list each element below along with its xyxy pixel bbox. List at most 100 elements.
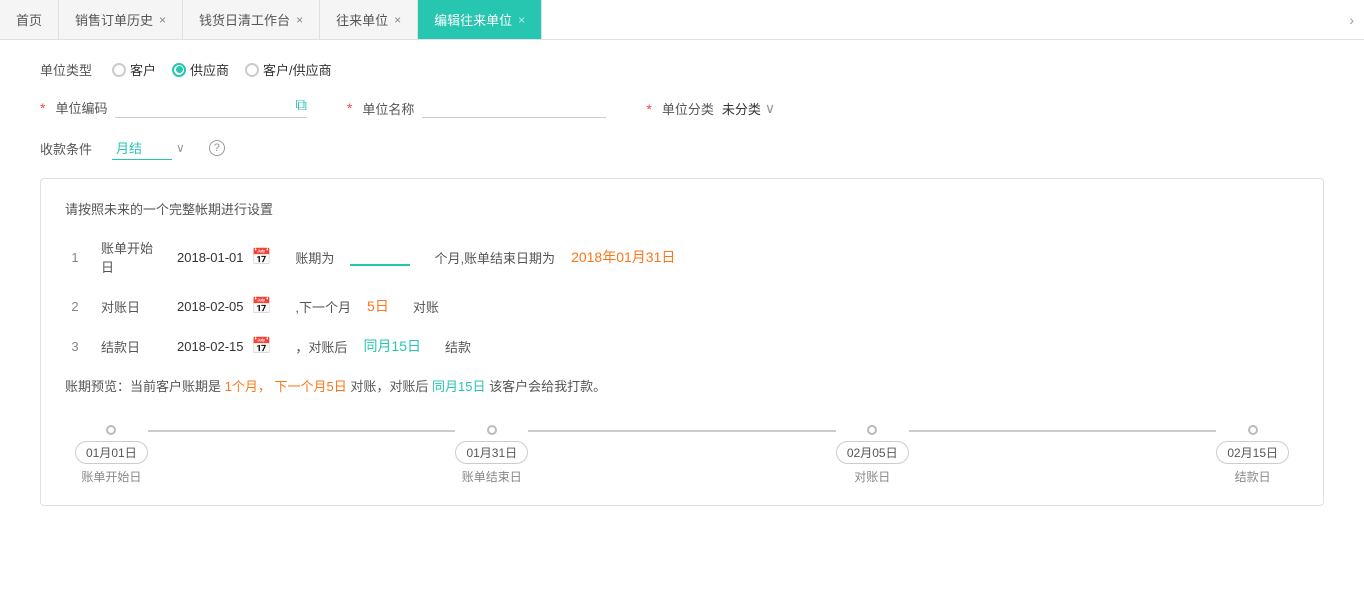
tab-home-label: 首页 <box>16 10 42 29</box>
tl-dot-3 <box>1248 425 1258 435</box>
step-2-name: 对账日 <box>101 297 161 316</box>
step-1-period-unit: 个月,账单结束日期为 <box>434 248 555 267</box>
unit-name-required: * <box>347 100 352 116</box>
main-content: 单位类型 客户 供应商 客户/供应商 * 单位编码 000001 ⧉ <box>0 40 1364 608</box>
step-2-num: 2 <box>65 299 85 314</box>
tab-cash-daily[interactable]: 钱货日清工作台 × <box>183 0 320 39</box>
step-3-suffix: 结款 <box>445 337 471 356</box>
tab-home[interactable]: 首页 <box>0 0 59 39</box>
payment-terms-dropdown[interactable]: 月结 ∨ <box>112 136 185 160</box>
tl-line-2 <box>528 430 836 432</box>
tl-line-3 <box>909 430 1217 432</box>
unit-code-field: 000001 ⧉ <box>115 97 306 118</box>
tab-partner-unit-close[interactable]: × <box>394 13 401 27</box>
unit-category-arrow[interactable]: ∨ <box>765 100 775 117</box>
tabs-arrow[interactable]: › <box>1339 0 1364 39</box>
step-1-cal-icon[interactable]: 📅 <box>252 247 272 267</box>
tl-dot-0 <box>106 425 116 435</box>
preview-mid: 下一个月5日 <box>275 379 347 394</box>
step-3-prefix: ，对账后 <box>295 337 347 356</box>
tab-sales-history-close[interactable]: × <box>159 13 166 27</box>
tl-badge-3: 02月15日 <box>1216 441 1289 464</box>
step-2-date: 2018-02-05 <box>177 299 244 314</box>
step-3-cal-icon[interactable]: 📅 <box>252 336 272 356</box>
unit-name-label: 单位名称 <box>362 99 414 118</box>
tab-edit-partner-close[interactable]: × <box>518 13 525 27</box>
step-1-date-group: 2018-01-01 📅 <box>177 247 271 267</box>
step-3-name: 结款日 <box>101 337 161 356</box>
radio-customer[interactable]: 客户 <box>112 60 156 79</box>
tab-edit-partner-label: 编辑往来单位 <box>434 10 512 29</box>
tl-label-2: 对账日 <box>854 468 890 485</box>
unit-category-label: 单位分类 <box>662 99 714 118</box>
step-3-num: 3 <box>65 339 85 354</box>
radio-supplier[interactable]: 供应商 <box>172 60 229 79</box>
preview-text: 账期预览：当前客户账期是 1个月， 下一个月5日 对账，对账后 同月15日 该客… <box>65 376 1299 395</box>
tl-dot-2 <box>867 425 877 435</box>
tabs-bar: 首页 销售订单历史 × 钱货日清工作台 × 往来单位 × 编辑往来单位 × › <box>0 0 1364 40</box>
radio-both-circle <box>245 63 259 77</box>
step-1-num: 1 <box>65 250 85 265</box>
step-3-date: 2018-02-15 <box>177 339 244 354</box>
timeline-container: 01月01日 账单开始日 01月31日 账单结束日 02月05日 对账日 02月… <box>65 415 1299 485</box>
step-2-highlight: 5日 <box>367 296 389 316</box>
tab-edit-partner[interactable]: 编辑往来单位 × <box>418 0 542 39</box>
payment-terms-help-icon[interactable]: ? <box>209 140 225 156</box>
step-1-end-date: 2018年01月31日 <box>571 247 675 267</box>
preview-period: 1个月， <box>225 379 271 394</box>
step-3-highlight: 同月15日 <box>363 336 421 356</box>
step-1-suffix: 账期为 <box>295 248 334 267</box>
step-1-row: 1 账单开始日 2018-01-01 📅 账期为 1 个月,账单结束日期为 20… <box>65 238 1299 276</box>
unit-category-group: * 单位分类 未分类 ∨ <box>646 99 775 118</box>
section-title: 请按照未来的一个完整帐期进行设置 <box>65 199 1299 218</box>
tl-badge-1: 01月31日 <box>455 441 528 464</box>
tab-sales-history-label: 销售订单历史 <box>75 10 153 29</box>
unit-category-value: 未分类 <box>722 99 761 118</box>
step-1-name: 账单开始日 <box>101 238 161 276</box>
unit-code-required: * <box>40 100 45 116</box>
tl-node-3: 02月15日 结款日 <box>1216 415 1289 485</box>
unit-code-input[interactable]: 000001 <box>115 99 291 114</box>
settings-section: 请按照未来的一个完整帐期进行设置 1 账单开始日 2018-01-01 📅 账期… <box>40 178 1324 506</box>
tl-dot-1 <box>487 425 497 435</box>
payment-terms-value: 月结 <box>112 136 172 160</box>
unit-type-radio-group: 客户 供应商 客户/供应商 <box>112 60 332 79</box>
step-2-suffix: 对账 <box>413 297 439 316</box>
tl-node-1: 01月31日 账单结束日 <box>455 415 528 485</box>
tab-partner-unit-label: 往来单位 <box>336 10 388 29</box>
radio-supplier-label: 供应商 <box>190 60 229 79</box>
unit-code-group: * 单位编码 000001 ⧉ <box>40 97 307 118</box>
radio-both[interactable]: 客户/供应商 <box>245 60 332 79</box>
step-2-date-group: 2018-02-05 📅 <box>177 296 271 316</box>
unit-code-label: 单位编码 <box>55 98 107 117</box>
unit-type-row: 单位类型 客户 供应商 客户/供应商 <box>40 60 1324 79</box>
unit-category-required: * <box>646 101 651 117</box>
tab-cash-daily-label: 钱货日清工作台 <box>199 10 290 29</box>
preview-prefix: 账期预览：当前客户账期是 <box>65 379 221 394</box>
tab-sales-history[interactable]: 销售订单历史 × <box>59 0 183 39</box>
preview-suffix: 该客户会给我打款。 <box>489 379 606 394</box>
unit-category-dropdown[interactable]: 未分类 ∨ <box>722 99 775 118</box>
radio-customer-circle <box>112 63 126 77</box>
tab-cash-daily-close[interactable]: × <box>296 13 303 27</box>
step-2-cal-icon[interactable]: 📅 <box>252 296 272 316</box>
preview-mid2: 对账，对账后 <box>350 379 428 394</box>
step-3-row: 3 结款日 2018-02-15 📅 ，对账后 同月15日 结款 <box>65 336 1299 356</box>
unit-name-input[interactable]: 河南供应商22 <box>422 98 606 118</box>
unit-code-copy-icon[interactable]: ⧉ <box>295 97 306 115</box>
step-1-period-input[interactable]: 1 <box>350 249 410 266</box>
step-3-date-group: 2018-02-15 📅 <box>177 336 271 356</box>
radio-supplier-circle <box>172 63 186 77</box>
unit-info-row: * 单位编码 000001 ⧉ * 单位名称 河南供应商22 * 单位分类 未分… <box>40 97 1324 118</box>
payment-terms-label: 收款条件 <box>40 139 92 158</box>
payment-terms-arrow[interactable]: ∨ <box>176 141 185 155</box>
tl-badge-0: 01月01日 <box>75 441 148 464</box>
tl-node-2: 02月05日 对账日 <box>836 415 909 485</box>
radio-customer-label: 客户 <box>130 60 156 79</box>
tl-label-0: 账单开始日 <box>81 468 141 485</box>
step-2-row: 2 对账日 2018-02-05 📅 ,下一个月 5日 对账 <box>65 296 1299 316</box>
tl-label-1: 账单结束日 <box>462 468 522 485</box>
radio-both-label: 客户/供应商 <box>263 60 332 79</box>
tl-line-1 <box>148 430 456 432</box>
tab-partner-unit[interactable]: 往来单位 × <box>320 0 418 39</box>
